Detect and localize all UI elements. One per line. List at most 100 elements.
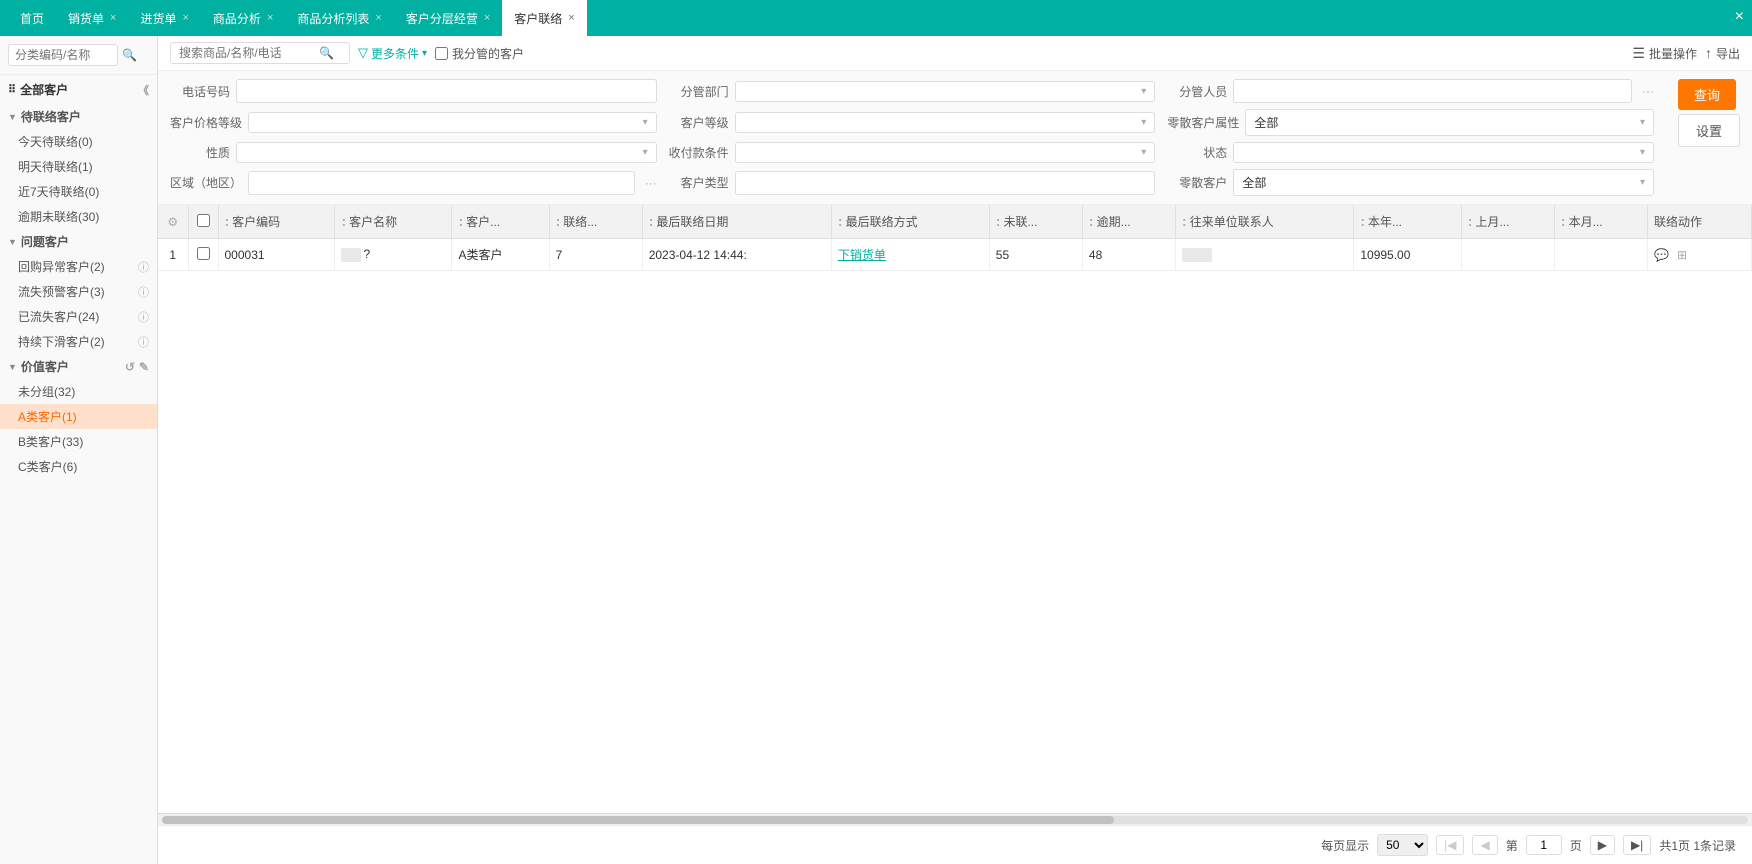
close-sales-order[interactable]: × (110, 12, 116, 24)
th-last-contact-method[interactable]: 最后联络方式 (831, 205, 989, 239)
th-customer-code[interactable]: 客户编码 (218, 205, 335, 239)
sidebar-item-a-class[interactable]: A类客户(1) (0, 404, 157, 429)
filter-cell-payment: 收付款条件 ▾ (669, 142, 1168, 163)
category-search-icon[interactable]: 🔍 (122, 48, 137, 62)
value-customers-edit-icon[interactable]: ✎ (139, 360, 149, 374)
my-customers-checkbox[interactable] (435, 47, 448, 60)
nav-purchase-order[interactable]: 进货单 × (128, 0, 200, 36)
th-last-month[interactable]: 上月... (1461, 205, 1554, 239)
problem-triangle: ▼ (8, 237, 17, 247)
all-customers-header[interactable]: ⠿ 全部客户 《 (0, 75, 157, 104)
prev-page-btn[interactable]: ◀ (1472, 835, 1497, 855)
td-this-month-amount (1554, 239, 1647, 271)
sidebar-item-tomorrow-pending[interactable]: 明天待联络(1) (0, 154, 157, 179)
sidebar-item-c-class[interactable]: C类客户(6) (0, 454, 157, 479)
query-btn[interactable]: 查询 (1678, 79, 1736, 110)
close-customer-tier[interactable]: × (484, 12, 490, 24)
row-checkbox[interactable] (197, 247, 210, 260)
more-filters-chevron: ▾ (422, 48, 427, 59)
qr-icon[interactable]: ⊞ (1677, 248, 1687, 262)
nav-customer-tier[interactable]: 客户分层经营 × (394, 0, 502, 36)
price-grade-select[interactable]: ▾ (248, 112, 657, 133)
search-icon[interactable]: 🔍 (319, 46, 334, 60)
sidebar-collapse-btn[interactable]: 《 (138, 82, 149, 98)
close-customer-contact[interactable]: × (568, 12, 574, 24)
nav-home[interactable]: 首页 (8, 0, 56, 36)
page-input[interactable] (1526, 835, 1562, 855)
customer-type-label: 客户类型 (669, 174, 729, 191)
dept-select[interactable]: ▾ (735, 81, 1156, 102)
payment-select[interactable]: ▾ (735, 142, 1156, 163)
filter-cell-phone: 电话号码 (170, 79, 669, 103)
value-customers-group[interactable]: ▼ 价值客户 ↺ ✎ (0, 354, 157, 379)
filter-cell-nature: 性质 ▾ (170, 142, 669, 163)
settings-btn[interactable]: 设置 (1678, 114, 1740, 147)
retail-customer-select[interactable]: 全部 ▾ (1233, 169, 1654, 196)
th-last-contact-date[interactable]: 最后联络日期 (642, 205, 831, 239)
th-current-year[interactable]: 本年... (1354, 205, 1461, 239)
sidebar-item-declining[interactable]: 持续下滑客户(2) ⓘ (0, 329, 157, 354)
th-overdue[interactable]: 逾期... (1082, 205, 1175, 239)
info-icon-2: ⓘ (138, 284, 149, 300)
close-all-btn[interactable]: × (1735, 8, 1744, 26)
sidebar-item-overdue[interactable]: 逾期未联络(30) (0, 204, 157, 229)
select-all-checkbox[interactable] (197, 214, 210, 227)
sidebar-item-churn-warning[interactable]: 流失预警客户(3) ⓘ (0, 279, 157, 304)
sidebar-item-week-pending[interactable]: 近7天待联络(0) (0, 179, 157, 204)
more-filters-btn[interactable]: ▽ 更多条件 ▾ (358, 45, 427, 62)
sidebar-item-b-class[interactable]: B类客户(33) (0, 429, 157, 454)
th-customer-type[interactable]: 客户... (452, 205, 549, 239)
nature-select[interactable]: ▾ (236, 142, 657, 163)
bulk-op-btn[interactable]: ☰ 批量操作 (1632, 45, 1697, 62)
chat-icon[interactable]: 💬 (1654, 248, 1669, 262)
customer-grade-select[interactable]: ▾ (735, 112, 1156, 133)
nav-product-analysis[interactable]: 商品分析 × (201, 0, 285, 36)
filter-row-2: 客户价格等级 ▾ 客户等级 ▾ (170, 109, 1666, 136)
close-product-analysis[interactable]: × (267, 12, 273, 24)
th-not-contacted[interactable]: 未联... (989, 205, 1082, 239)
retail-attr-label: 零散客户属性 (1167, 114, 1239, 131)
search-input[interactable] (179, 46, 319, 60)
close-purchase-order[interactable]: × (182, 12, 188, 24)
customer-type-input[interactable] (735, 171, 1156, 195)
region-dots-btn[interactable]: ··· (645, 176, 657, 190)
table-body: 1 000031 ? A类客户 7 2023-04-12 14:44: 下销货单 (158, 239, 1752, 271)
last-page-btn[interactable]: ▶| (1623, 835, 1651, 855)
th-contact-person[interactable]: 往来单位联系人 (1176, 205, 1354, 239)
sidebar-item-churned[interactable]: 已流失客户(24) ⓘ (0, 304, 157, 329)
td-year-amount: 10995.00 (1354, 239, 1461, 271)
close-product-analysis-list[interactable]: × (375, 12, 381, 24)
export-btn[interactable]: ↑ 导出 (1705, 45, 1740, 62)
th-customer-name[interactable]: 客户名称 (335, 205, 452, 239)
filter-cell-customer-grade: 客户等级 ▾ (669, 112, 1168, 133)
person-dots-btn[interactable]: ··· (1642, 84, 1654, 98)
problem-customers-group[interactable]: ▼ 问题客户 (0, 229, 157, 254)
nav-customer-contact[interactable]: 客户联络 × (502, 0, 586, 36)
sidebar-item-repurchase-abnormal[interactable]: 回购异常客户(2) ⓘ (0, 254, 157, 279)
sidebar-item-today-pending[interactable]: 今天待联络(0) (0, 129, 157, 154)
retail-attr-select[interactable]: 全部 ▾ (1245, 109, 1654, 136)
th-this-month[interactable]: 本月... (1554, 205, 1647, 239)
nav-product-analysis-list[interactable]: 商品分析列表 × (285, 0, 393, 36)
settings-gear-icon[interactable]: ⚙ (167, 215, 178, 229)
scrollbar-thumb[interactable] (162, 816, 1114, 824)
sidebar-item-ungroup[interactable]: 未分组(32) (0, 379, 157, 404)
first-page-btn[interactable]: |◀ (1436, 835, 1464, 855)
status-chevron: ▾ (1640, 147, 1645, 158)
phone-input[interactable] (236, 79, 657, 103)
status-select[interactable]: ▾ (1233, 142, 1654, 163)
person-input[interactable] (1233, 79, 1632, 103)
pending-contact-group[interactable]: ▼ 待联络客户 (0, 104, 157, 129)
contact-method-link[interactable]: 下销货单 (838, 248, 886, 262)
per-page-select[interactable]: 50 100 200 (1377, 834, 1428, 856)
horizontal-scrollbar[interactable] (158, 813, 1752, 825)
category-search-input[interactable] (8, 44, 118, 66)
value-customers-refresh-icon[interactable]: ↺ (125, 360, 135, 374)
region-input[interactable] (248, 171, 635, 195)
nav-sales-order[interactable]: 销货单 × (56, 0, 128, 36)
scrollbar-track (162, 816, 1748, 824)
next-page-btn[interactable]: ▶ (1590, 835, 1615, 855)
main-layout: 🔍 ⠿ 全部客户 《 ▼ 待联络客户 今天待联络(0) 明天待联络(1) 近7天… (0, 36, 1752, 864)
dept-label: 分管部门 (669, 83, 729, 100)
th-contact-count[interactable]: 联络... (549, 205, 642, 239)
